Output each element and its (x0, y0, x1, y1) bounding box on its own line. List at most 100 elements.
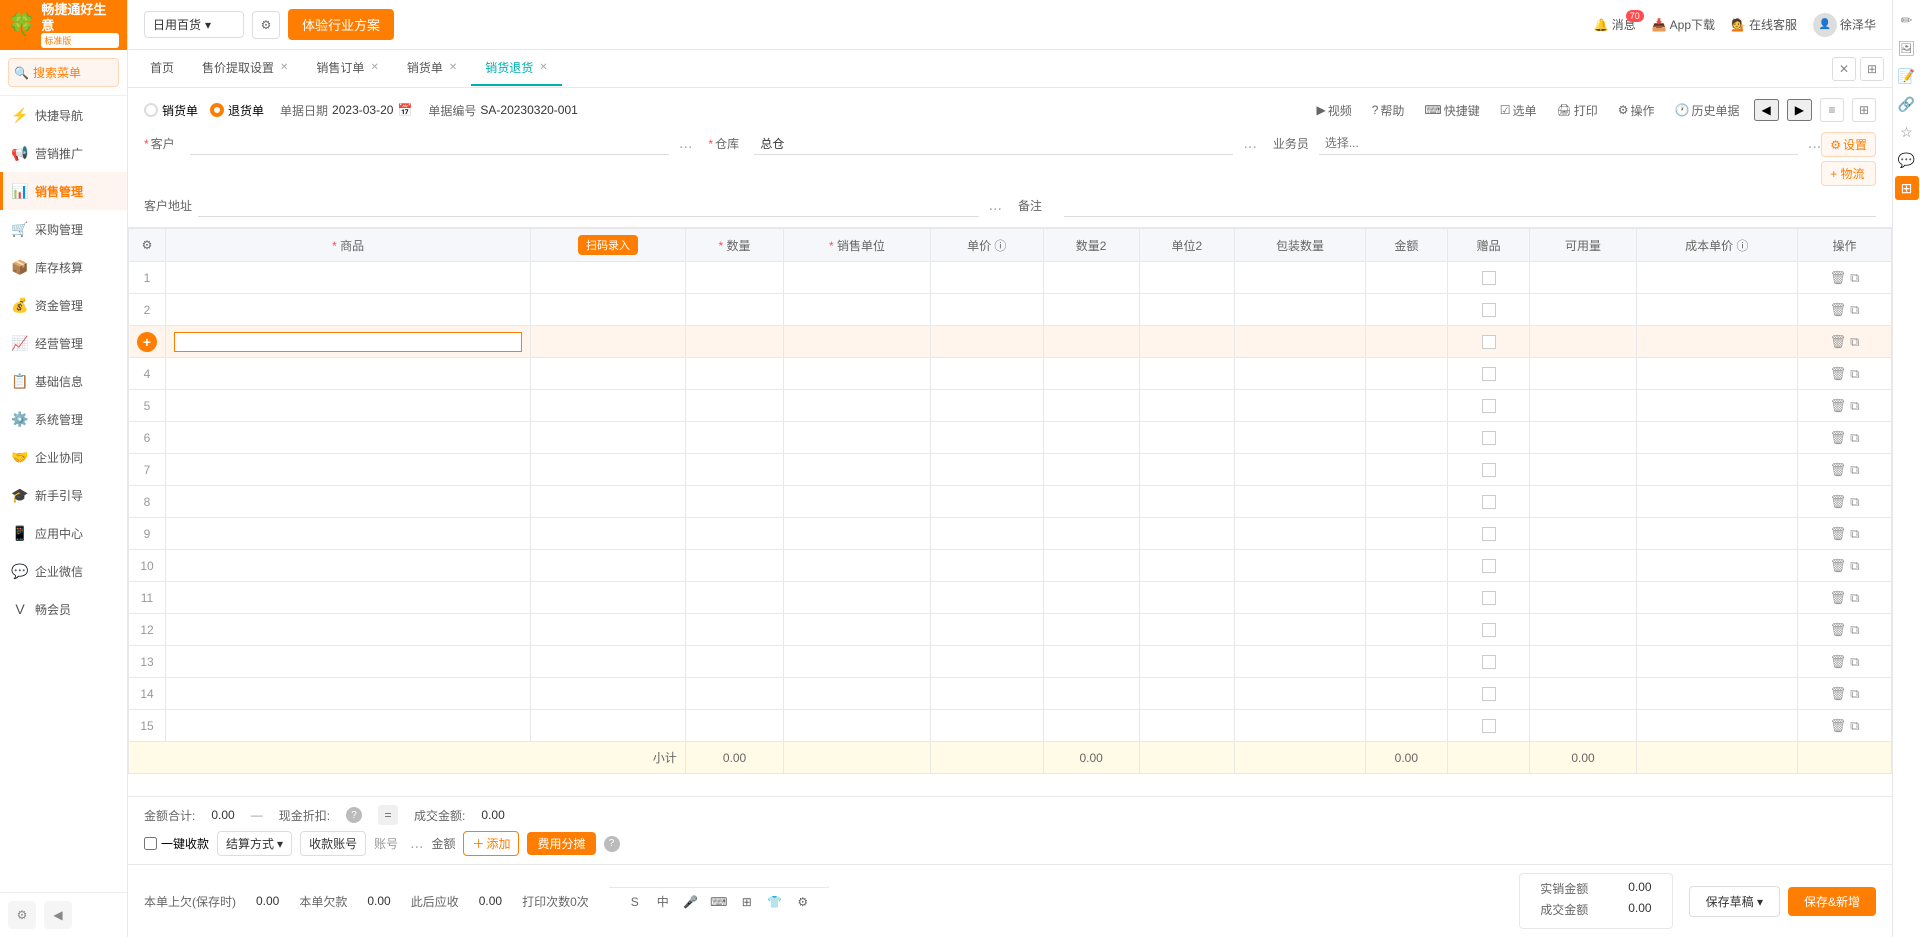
sale-unit-cell-11[interactable] (784, 582, 931, 614)
product-input-active[interactable] (174, 332, 522, 352)
radio-return[interactable]: 退货单 (210, 102, 264, 119)
gift-cell-3[interactable] (1448, 326, 1530, 358)
amount-cell-5[interactable] (1365, 390, 1447, 422)
tabs-menu-button[interactable]: ⊞ (1860, 57, 1884, 81)
user-menu[interactable]: 👤 徐泽华 (1813, 13, 1876, 37)
notification-button[interactable]: 🔔 消息 70 (1594, 16, 1636, 33)
qty2-cell-6[interactable] (1043, 422, 1139, 454)
amount-cell-10[interactable] (1365, 550, 1447, 582)
product-cell-6[interactable] (166, 422, 531, 454)
product-cell-13[interactable] (166, 646, 531, 678)
address-input[interactable] (198, 194, 979, 217)
amount-cell-1[interactable] (1365, 262, 1447, 294)
available-cell-8[interactable] (1530, 486, 1636, 518)
qty-cell-11[interactable] (685, 582, 783, 614)
price-cell-6[interactable] (930, 422, 1043, 454)
view-list-button[interactable]: ≡ (1820, 98, 1844, 122)
fee-split-help-icon[interactable]: ? (604, 836, 620, 852)
table2-icon[interactable]: ⊞ (737, 892, 757, 912)
delete-row-button-11[interactable]: 🗑 (1830, 590, 1847, 606)
cost-price-cell-14[interactable] (1636, 678, 1797, 710)
available-cell-12[interactable] (1530, 614, 1636, 646)
delete-row-button-2[interactable]: 🗑 (1830, 302, 1847, 318)
gift-checkbox-1[interactable] (1482, 271, 1496, 285)
gift-checkbox-10[interactable] (1482, 559, 1496, 573)
product-cell-7[interactable] (166, 454, 531, 486)
scan-input-button[interactable]: 扫码录入 (578, 235, 638, 255)
tabs-close-all-button[interactable]: ✕ (1832, 57, 1856, 81)
price-cell-15[interactable] (930, 710, 1043, 742)
delete-row-button-4[interactable]: 🗑 (1830, 366, 1847, 382)
sale-unit-cell-5[interactable] (784, 390, 931, 422)
price-cell-14[interactable] (930, 678, 1043, 710)
qty2-cell-3[interactable] (1043, 326, 1139, 358)
available-cell-13[interactable] (1530, 646, 1636, 678)
copy-row-button-15[interactable]: ⧉ (1850, 718, 1859, 734)
calendar-icon[interactable]: 📅 (397, 103, 412, 117)
copy-row-button-8[interactable]: ⧉ (1850, 494, 1859, 510)
tab-close-sales-order[interactable]: ✕ (370, 62, 378, 73)
product-cell-5[interactable] (166, 390, 531, 422)
gift-cell-2[interactable] (1448, 294, 1530, 326)
qty2-cell-9[interactable] (1043, 518, 1139, 550)
gift-checkbox-8[interactable] (1482, 495, 1496, 509)
amount-cell-6[interactable] (1365, 422, 1447, 454)
qty2-cell-10[interactable] (1043, 550, 1139, 582)
sale-unit-cell-13[interactable] (784, 646, 931, 678)
add-row-button[interactable]: + (137, 332, 157, 352)
amount-cell-9[interactable] (1365, 518, 1447, 550)
copy-row-button-4[interactable]: ⧉ (1850, 366, 1859, 382)
pack-qty-cell-5[interactable] (1235, 390, 1365, 422)
unit2-cell-12[interactable] (1139, 614, 1235, 646)
qty2-cell-4[interactable] (1043, 358, 1139, 390)
delete-row-button-9[interactable]: 🗑 (1830, 526, 1847, 542)
payment-account-select[interactable]: 收款账号 (300, 831, 366, 856)
available-cell-1[interactable] (1530, 262, 1636, 294)
video-help-button[interactable]: ▶ 视频 (1310, 100, 1357, 121)
gift-cell-7[interactable] (1448, 454, 1530, 486)
cost-price-cell-6[interactable] (1636, 422, 1797, 454)
product-cell-9[interactable] (166, 518, 531, 550)
gift-cell-12[interactable] (1448, 614, 1530, 646)
chinese-icon[interactable]: 中 (653, 892, 673, 912)
gift-checkbox-15[interactable] (1482, 719, 1496, 733)
available-cell-9[interactable] (1530, 518, 1636, 550)
copy-row-button-5[interactable]: ⧉ (1850, 398, 1859, 414)
gift-checkbox-7[interactable] (1482, 463, 1496, 477)
gift-cell-5[interactable] (1448, 390, 1530, 422)
qty2-cell-5[interactable] (1043, 390, 1139, 422)
remark-input[interactable] (1064, 194, 1876, 217)
sidebar-item-enterprise[interactable]: 🤝 企业协同 (0, 438, 127, 476)
gift-checkbox-5[interactable] (1482, 399, 1496, 413)
price-cell-7[interactable] (930, 454, 1043, 486)
available-cell-10[interactable] (1530, 550, 1636, 582)
copy-row-button-6[interactable]: ⧉ (1850, 430, 1859, 446)
price-cell-8[interactable] (930, 486, 1043, 518)
product-cell-10[interactable] (166, 550, 531, 582)
qty-cell-1[interactable] (685, 262, 783, 294)
product-cell-12[interactable] (166, 614, 531, 646)
warehouse-input[interactable] (754, 132, 1233, 155)
unit2-cell-13[interactable] (1139, 646, 1235, 678)
sale-unit-cell-9[interactable] (784, 518, 931, 550)
mic-icon[interactable]: 🎤 (681, 892, 701, 912)
sale-unit-cell-2[interactable] (784, 294, 931, 326)
unit2-cell-3[interactable] (1139, 326, 1235, 358)
gift-checkbox-9[interactable] (1482, 527, 1496, 541)
th-gear[interactable]: ⚙ (129, 229, 166, 262)
pack-qty-cell-7[interactable] (1235, 454, 1365, 486)
qty2-cell-2[interactable] (1043, 294, 1139, 326)
pack-qty-cell-15[interactable] (1235, 710, 1365, 742)
cost-price-cell-10[interactable] (1636, 550, 1797, 582)
pack-qty-cell-3[interactable] (1235, 326, 1365, 358)
copy-row-button-1[interactable]: ⧉ (1850, 270, 1859, 286)
unit2-cell-6[interactable] (1139, 422, 1235, 454)
sidebar-item-operation[interactable]: 📈 经营管理 (0, 324, 127, 362)
delete-row-button-10[interactable]: 🗑 (1830, 558, 1847, 574)
available-cell-3[interactable] (1530, 326, 1636, 358)
unit2-cell-2[interactable] (1139, 294, 1235, 326)
copy-row-button-3[interactable]: ⧉ (1850, 334, 1859, 350)
topbar-settings-button[interactable]: ⚙ (252, 11, 280, 39)
pack-qty-cell-11[interactable] (1235, 582, 1365, 614)
unit2-cell-9[interactable] (1139, 518, 1235, 550)
